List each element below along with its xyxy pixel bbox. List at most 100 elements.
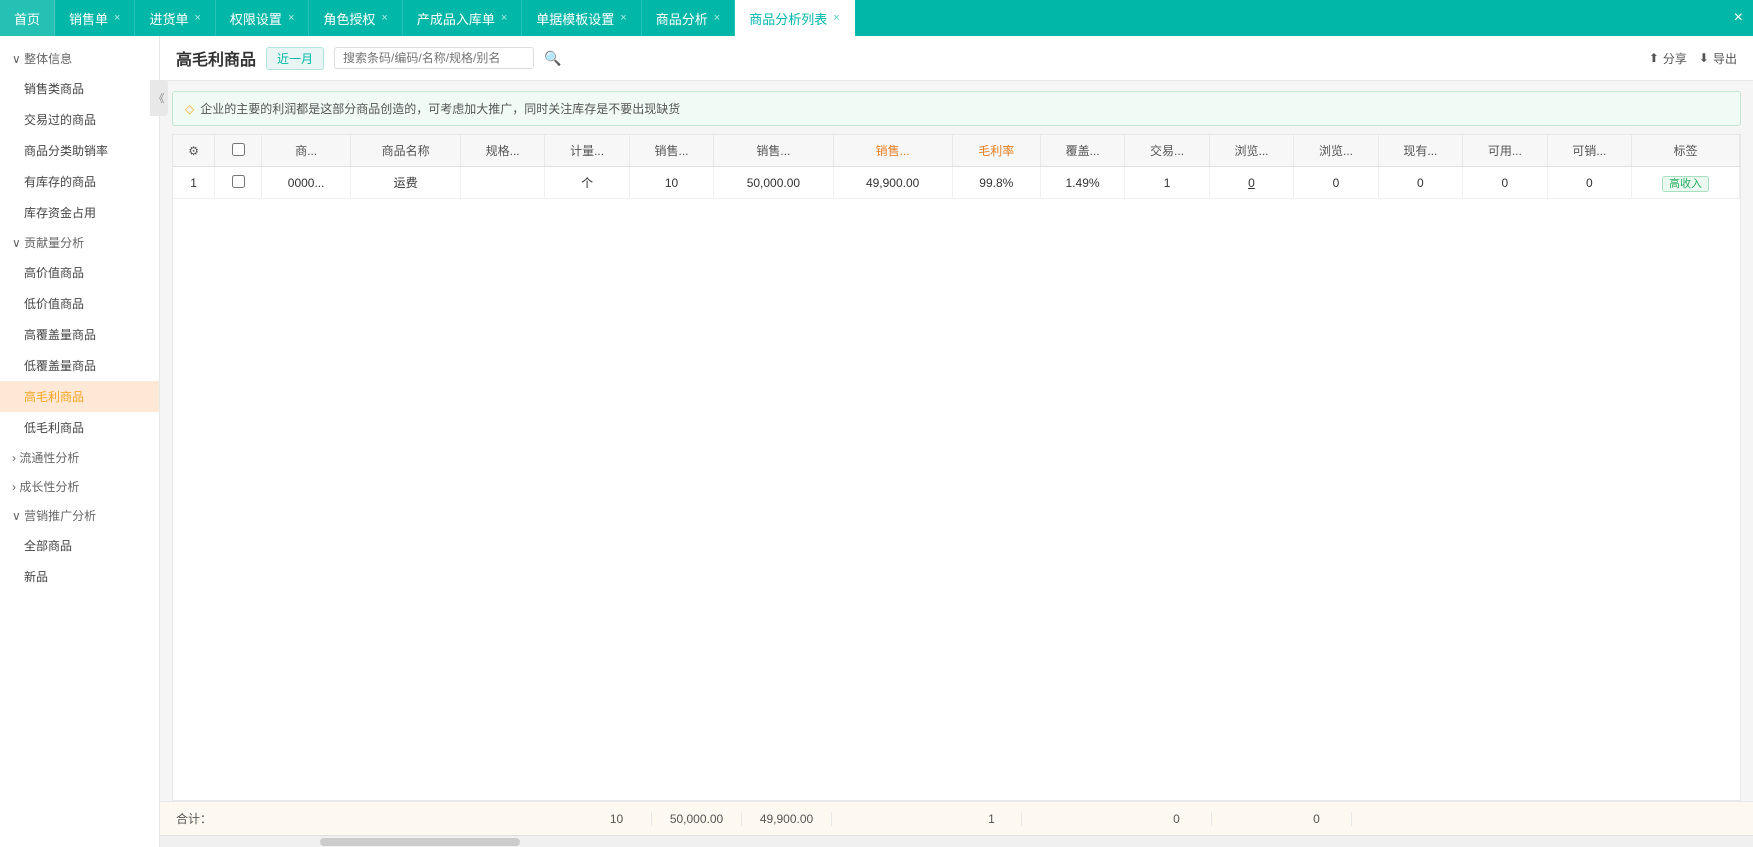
- col-header-transaction[interactable]: 交易...: [1125, 135, 1209, 167]
- nav-item-3[interactable]: 权限设置×: [216, 0, 309, 36]
- col-header-coverage[interactable]: 覆盖...: [1040, 135, 1124, 167]
- nav-close-icon-3[interactable]: ×: [288, 12, 294, 24]
- col-header-view1[interactable]: 浏览...: [1209, 135, 1293, 167]
- cell-name: 运费: [351, 167, 461, 199]
- filter-recent-month-button[interactable]: 近一月: [266, 47, 324, 70]
- cell-checkbox[interactable]: [215, 167, 262, 199]
- arrow-icon: ∨: [12, 52, 21, 66]
- footer-cell-7: 50,000.00: [652, 812, 742, 826]
- sidebar-item-1-1[interactable]: 低价值商品: [0, 288, 159, 319]
- sidebar-item-4-1[interactable]: 新品: [0, 561, 159, 592]
- cell-view1[interactable]: 0: [1209, 167, 1293, 199]
- search-icon[interactable]: 🔍: [544, 50, 561, 67]
- sidebar-item-0-4[interactable]: 库存资金占用: [0, 197, 159, 228]
- sidebar-item-0-2[interactable]: 商品分类助销率: [0, 135, 159, 166]
- table-row: 10000...运费个1050,000.0049,900.0099.8%1.49…: [173, 167, 1740, 199]
- sidebar-item-4-0[interactable]: 全部商品: [0, 530, 159, 561]
- col-header-checkbox[interactable]: [215, 135, 262, 167]
- cell-saleProfit: 49,900.00: [833, 167, 952, 199]
- footer-cell-14: 0: [1142, 812, 1212, 826]
- col-header-name[interactable]: 商品名称: [351, 135, 461, 167]
- sidebar-item-1-4[interactable]: 高毛利商品: [0, 381, 159, 412]
- close-all-button[interactable]: ×: [1734, 9, 1743, 27]
- sidebar-item-1-2[interactable]: 高覆盖量商品: [0, 319, 159, 350]
- nav-item-0[interactable]: 首页: [0, 0, 55, 36]
- col-header-grossRate[interactable]: 毛利率: [952, 135, 1040, 167]
- sidebar-group-3[interactable]: › 成长性分析: [0, 472, 159, 501]
- sidebar-item-1-0[interactable]: 高价值商品: [0, 257, 159, 288]
- col-header-saleAmount[interactable]: 销售...: [714, 135, 833, 167]
- select-all-checkbox[interactable]: [232, 143, 245, 156]
- cell-spec: [460, 167, 544, 199]
- page-title: 高毛利商品: [176, 46, 256, 70]
- col-header-settings[interactable]: ⚙: [173, 135, 215, 167]
- nav-close-icon-2[interactable]: ×: [194, 12, 200, 24]
- sidebar-group-4[interactable]: ∨ 营销推广分析: [0, 501, 159, 530]
- sidebar-item-0-3[interactable]: 有库存的商品: [0, 166, 159, 197]
- sidebar-group-1[interactable]: ∨ 贡献量分析: [0, 228, 159, 257]
- export-label: 导出: [1713, 50, 1737, 67]
- sidebar-item-0-1[interactable]: 交易过的商品: [0, 104, 159, 135]
- col-header-tag[interactable]: 标签: [1632, 135, 1740, 167]
- nav-item-2[interactable]: 进货单×: [135, 0, 215, 36]
- group-label: 贡献量分析: [24, 234, 84, 251]
- col-header-spec[interactable]: 规格...: [460, 135, 544, 167]
- export-button[interactable]: ⬇ 导出: [1699, 50, 1737, 67]
- nav-item-8[interactable]: 商品分析列表×: [735, 0, 854, 36]
- tip-text: 企业的主要的利润都是这部分商品创造的，可考虑加大推广，同时关注库存是不要出现缺货: [200, 100, 680, 117]
- nav-item-7[interactable]: 商品分析×: [642, 0, 735, 36]
- group-label: 流通性分析: [19, 449, 79, 466]
- share-label: 分享: [1663, 50, 1687, 67]
- nav-close-icon-6[interactable]: ×: [620, 12, 626, 24]
- footer-cells: 1050,000.0049,900.00100: [232, 812, 1352, 826]
- cell-grossRate: 99.8%: [952, 167, 1040, 199]
- col-header-saleProfit[interactable]: 销售...: [833, 135, 952, 167]
- sidebar-item-1-3[interactable]: 低覆盖量商品: [0, 350, 159, 381]
- group-label: 营销推广分析: [24, 507, 96, 524]
- share-button[interactable]: ⬆ 分享: [1649, 50, 1687, 67]
- col-header-saleQty[interactable]: 销售...: [629, 135, 713, 167]
- col-header-view2[interactable]: 浏览...: [1294, 135, 1378, 167]
- header-actions: ⬆ 分享 ⬇ 导出: [1649, 50, 1737, 67]
- arrow-icon: ›: [12, 451, 16, 465]
- col-header-saleable[interactable]: 可销...: [1547, 135, 1631, 167]
- footer-cell-8: 49,900.00: [742, 812, 832, 826]
- nav-item-5[interactable]: 产成品入库单×: [403, 0, 522, 36]
- nav-close-icon-1[interactable]: ×: [114, 12, 120, 24]
- sidebar-group-0[interactable]: ∨ 整体信息: [0, 44, 159, 73]
- footer-cell-6: 10: [582, 812, 652, 826]
- arrow-icon: ›: [12, 480, 16, 494]
- horizontal-scrollbar[interactable]: [160, 835, 1753, 847]
- sidebar-group-2[interactable]: › 流通性分析: [0, 443, 159, 472]
- content-area: 高毛利商品 近一月 🔍 ⬆ 分享 ⬇ 导出 ◇ 企业的主要的利润都是这部分商品创…: [160, 36, 1753, 847]
- sidebar-collapse-button[interactable]: 《: [150, 80, 168, 116]
- tip-icon: ◇: [185, 102, 194, 116]
- nav-close-icon-5[interactable]: ×: [501, 12, 507, 24]
- col-header-code[interactable]: 商...: [262, 135, 351, 167]
- col-header-stock[interactable]: 现有...: [1378, 135, 1462, 167]
- row-checkbox[interactable]: [232, 175, 245, 188]
- view-link[interactable]: 0: [1248, 176, 1255, 190]
- col-header-unit[interactable]: 计量...: [545, 135, 629, 167]
- scrollbar-thumb[interactable]: [320, 838, 520, 846]
- content-header: 高毛利商品 近一月 🔍 ⬆ 分享 ⬇ 导出: [160, 36, 1753, 81]
- group-label: 成长性分析: [19, 478, 79, 495]
- total-label: 合计：: [176, 810, 212, 827]
- tag-badge: 高收入: [1662, 176, 1709, 192]
- sidebar: ∨ 整体信息销售类商品交易过的商品商品分类助销率有库存的商品库存资金占用∨ 贡献…: [0, 36, 160, 847]
- cell-saleQty: 10: [629, 167, 713, 199]
- nav-item-6[interactable]: 单据模板设置×: [522, 0, 641, 36]
- cell-index: 1: [173, 167, 215, 199]
- nav-close-icon-4[interactable]: ×: [381, 12, 387, 24]
- nav-item-4[interactable]: 角色授权×: [309, 0, 402, 36]
- search-input[interactable]: [334, 47, 534, 69]
- col-header-available[interactable]: 可用...: [1463, 135, 1547, 167]
- sidebar-item-0-0[interactable]: 销售类商品: [0, 73, 159, 104]
- nav-close-icon-7[interactable]: ×: [714, 12, 720, 24]
- cell-view2: 0: [1294, 167, 1378, 199]
- sidebar-item-1-5[interactable]: 低毛利商品: [0, 412, 159, 443]
- cell-saleable: 0: [1547, 167, 1631, 199]
- nav-item-1[interactable]: 销售单×: [55, 0, 135, 36]
- nav-close-icon-8[interactable]: ×: [833, 12, 839, 24]
- share-icon: ⬆: [1649, 51, 1659, 65]
